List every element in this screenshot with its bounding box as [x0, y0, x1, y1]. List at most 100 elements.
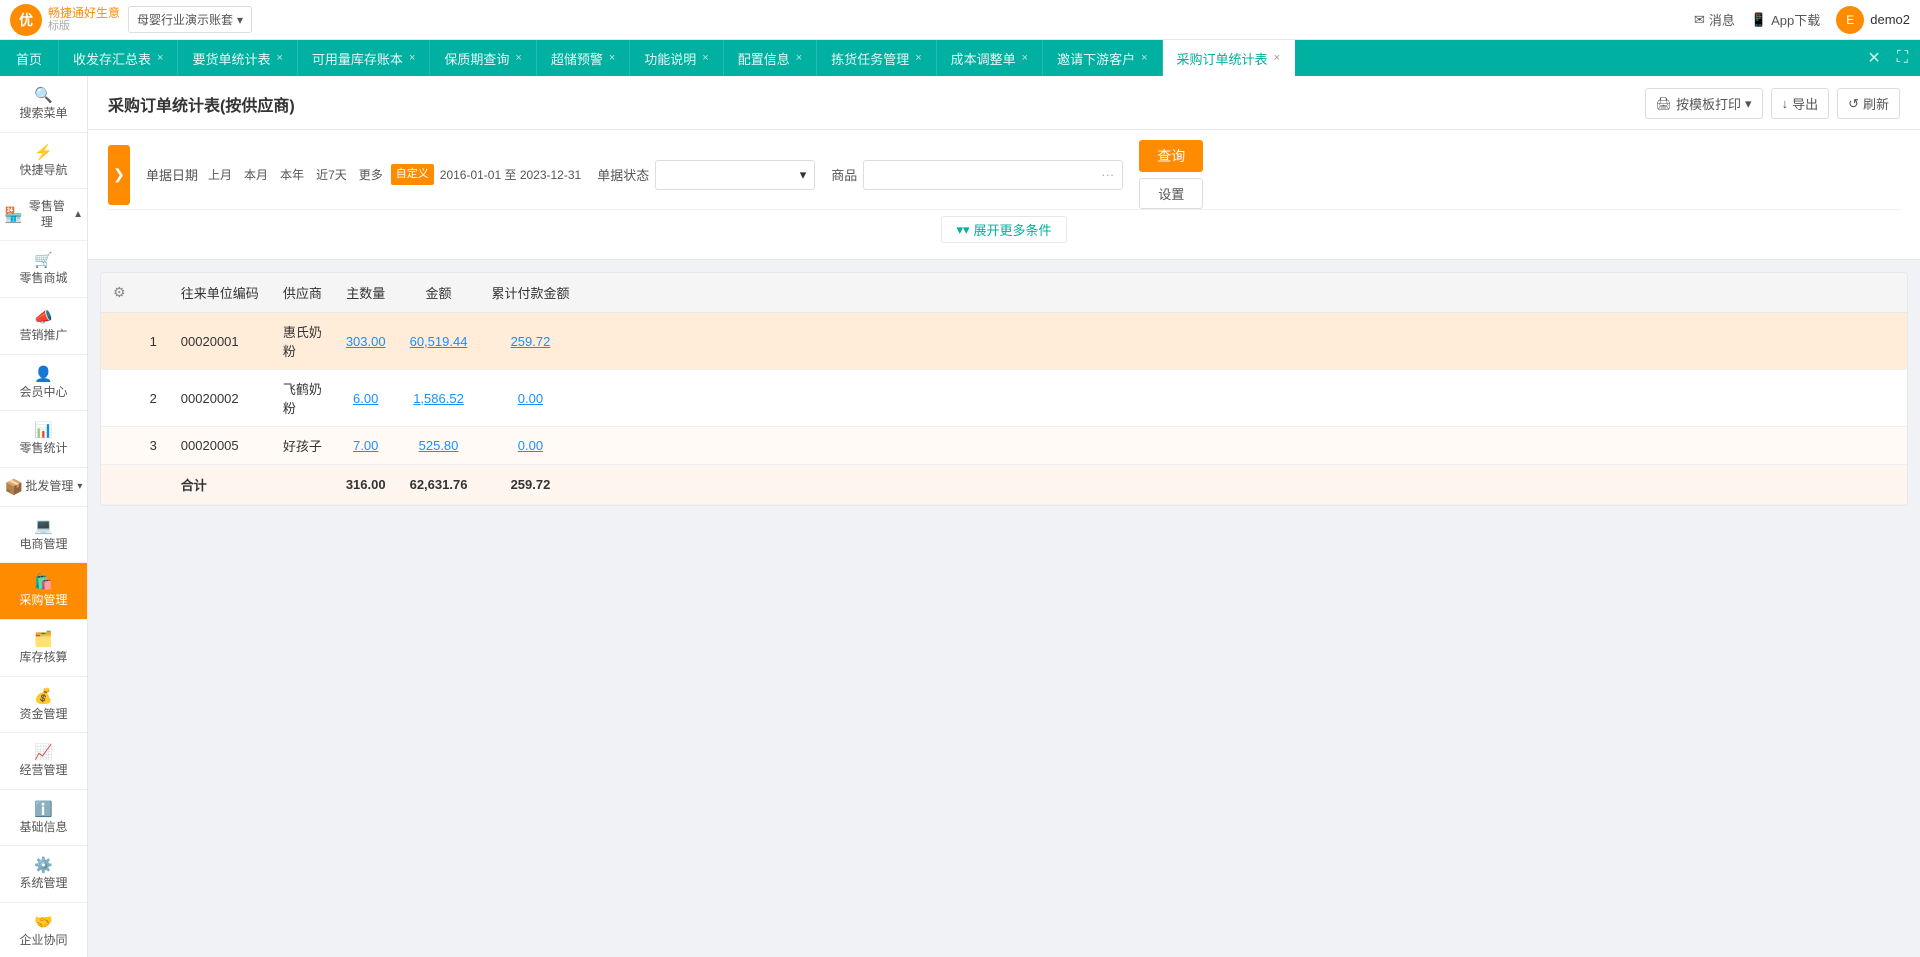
tab-invite-downstream[interactable]: 邀请下游客户 × — [1043, 40, 1162, 76]
sidebar-item-system-manage[interactable]: ⚙️ 系统管理 — [0, 846, 87, 903]
th-settings: ⚙ — [101, 273, 138, 313]
tab-available-inventory[interactable]: 可用量库存账本 × — [298, 40, 430, 76]
wholesale-manage-arrow: ▾ — [77, 481, 82, 492]
sidebar-item-retail-manage-label: 零售管理 — [25, 199, 69, 230]
logo-area: 优 畅捷通好生意 标版 — [10, 4, 120, 36]
tab-requisition-summary-label: 要货单统计表 — [192, 49, 270, 68]
tab-home[interactable]: 首页 — [0, 40, 59, 76]
date-shortcut-last-month[interactable]: 上月 — [204, 164, 236, 185]
sidebar-item-retail-mall[interactable]: 🛒 零售商城 — [0, 241, 87, 298]
sidebar-item-search[interactable]: 🔍 搜索菜单 — [0, 76, 87, 133]
tab-cost-adjust-close[interactable]: × — [1022, 52, 1028, 64]
date-shortcut-this-year[interactable]: 本年 — [276, 164, 308, 185]
table-row[interactable]: 1 00020001 惠氏奶粉 303.00 60,519.44 259.72 — [101, 313, 1907, 370]
tab-config-info-close[interactable]: × — [796, 52, 802, 64]
collapse-toggle-button[interactable]: ❯ — [108, 145, 130, 205]
tab-function-desc-close[interactable]: × — [702, 52, 708, 64]
workspace-label: 母婴行业演示账套 — [137, 11, 233, 28]
user-area[interactable]: E demo2 — [1836, 6, 1910, 34]
tab-invite-downstream-close[interactable]: × — [1141, 52, 1147, 64]
th-supplier-name: 供应商 — [271, 273, 334, 313]
close-all-tabs-icon[interactable]: ✕ — [1863, 44, 1884, 72]
tab-picking-task[interactable]: 拣货任务管理 × — [817, 40, 936, 76]
tab-requisition-summary-close[interactable]: × — [276, 52, 282, 64]
tab-cost-adjust[interactable]: 成本调整单 × — [937, 40, 1043, 76]
tab-warranty-query[interactable]: 保质期查询 × — [430, 40, 536, 76]
expand-more-button[interactable]: ▾▾ 展开更多条件 — [941, 216, 1066, 243]
expand-tabs-icon[interactable]: ⛶ — [1893, 45, 1912, 71]
amount-link[interactable]: 1,586.52 — [413, 391, 464, 406]
row-extra-cell — [581, 427, 1907, 465]
sidebar-item-operation-manage[interactable]: 📈 经营管理 — [0, 733, 87, 790]
template-print-button[interactable]: 🖨 按模板打印 ▾ — [1645, 88, 1763, 119]
quantity-link[interactable]: 7.00 — [353, 438, 378, 453]
tab-overstock-warning[interactable]: 超储预警 × — [537, 40, 630, 76]
th-extra — [581, 273, 1907, 313]
sidebar-item-search-label: 搜索菜单 — [19, 106, 67, 122]
custom-date-tag[interactable]: 自定义 — [391, 164, 434, 185]
sidebar-item-marketing[interactable]: 📣 营销推广 — [0, 298, 87, 355]
app-download-action[interactable]: 📱 App下载 — [1751, 10, 1820, 29]
export-icon: ↓ — [1782, 96, 1789, 111]
tab-overstock-warning-close[interactable]: × — [609, 52, 615, 64]
goods-input[interactable]: ··· — [863, 160, 1123, 190]
sidebar-item-capital-manage[interactable]: 💰 资金管理 — [0, 677, 87, 734]
paid-amount-link[interactable]: 0.00 — [518, 391, 543, 406]
member-center-icon: 👤 — [34, 365, 53, 383]
sidebar-item-purchase-manage[interactable]: 🛍️ 采购管理 — [0, 563, 87, 620]
amount-link[interactable]: 525.80 — [419, 438, 459, 453]
sidebar-item-retail-manage[interactable]: 🏪 零售管理 ▲ — [0, 189, 87, 241]
status-select[interactable]: ▾ — [655, 160, 815, 190]
tab-receive-summary-close[interactable]: × — [157, 52, 163, 64]
tab-picking-task-close[interactable]: × — [915, 52, 921, 64]
date-shortcut-7days[interactable]: 近7天 — [312, 164, 351, 185]
tab-warranty-query-close[interactable]: × — [515, 52, 521, 64]
sidebar-item-quick-nav[interactable]: ⚡ 快捷导航 — [0, 133, 87, 190]
amount-link[interactable]: 60,519.44 — [410, 334, 468, 349]
row-amount-cell: 525.80 — [398, 427, 480, 465]
tab-purchase-order-summary[interactable]: 采购订单统计表 × — [1163, 40, 1295, 76]
tab-function-desc[interactable]: 功能说明 × — [630, 40, 723, 76]
message-action[interactable]: ✉ 消息 — [1694, 10, 1735, 29]
page-title: 采购订单统计表(按供应商) — [108, 92, 295, 116]
filter-bar: ❯ 单据日期 上月 本月 本年 近7天 更多 自定义 2016-01-01 至 … — [88, 130, 1920, 260]
sidebar-item-ecommerce-manage[interactable]: 💻 电商管理 — [0, 507, 87, 564]
tab-requisition-summary[interactable]: 要货单统计表 × — [178, 40, 297, 76]
refresh-icon: ↺ — [1848, 96, 1859, 112]
query-button[interactable]: 查询 — [1139, 140, 1203, 172]
th-supplier-code: 往来单位编码 — [169, 273, 271, 313]
message-icon: ✉ — [1694, 12, 1705, 28]
paid-amount-link[interactable]: 0.00 — [518, 438, 543, 453]
row-paid-amount-cell: 259.72 — [479, 313, 581, 370]
date-shortcut-more[interactable]: 更多 — [355, 164, 387, 185]
app-download-icon: 📱 — [1751, 12, 1767, 28]
avatar: E — [1836, 6, 1864, 34]
th-paid-amount: 累计付款金额 — [479, 273, 581, 313]
settings-button[interactable]: 设置 — [1139, 178, 1203, 209]
template-print-chevron: ▾ — [1745, 96, 1752, 112]
sidebar-item-member-center[interactable]: 👤 会员中心 — [0, 355, 87, 412]
paid-amount-link[interactable]: 259.72 — [511, 334, 551, 349]
export-button[interactable]: ↓ 导出 — [1771, 88, 1830, 119]
sidebar-item-wholesale-manage[interactable]: 📦 批发管理 ▾ — [0, 468, 87, 507]
table-row[interactable]: 3 00020005 好孩子 7.00 525.80 0.00 — [101, 427, 1907, 465]
sidebar-item-enterprise-collab[interactable]: 🤝 企业协同 — [0, 903, 87, 957]
quantity-link[interactable]: 6.00 — [353, 391, 378, 406]
tab-config-info[interactable]: 配置信息 × — [724, 40, 817, 76]
status-filter-group: 单据状态 ▾ — [597, 160, 815, 190]
tab-available-inventory-close[interactable]: × — [409, 52, 415, 64]
tab-purchase-order-summary-close[interactable]: × — [1274, 52, 1280, 64]
sidebar-item-inventory-check[interactable]: 🗂️ 库存核算 — [0, 620, 87, 677]
goods-dots[interactable]: ··· — [1101, 167, 1114, 182]
sidebar-item-retail-stats-label: 零售统计 — [19, 441, 67, 457]
table-settings-icon[interactable]: ⚙ — [113, 284, 126, 300]
sidebar-item-retail-stats[interactable]: 📊 零售统计 — [0, 411, 87, 468]
workspace-selector[interactable]: 母婴行业演示账套 ▾ — [128, 6, 252, 33]
sidebar-item-basic-info[interactable]: ℹ️ 基础信息 — [0, 790, 87, 847]
quantity-link[interactable]: 303.00 — [346, 334, 386, 349]
tab-receive-summary[interactable]: 收发存汇总表 × — [59, 40, 178, 76]
refresh-button[interactable]: ↺ 刷新 — [1837, 88, 1900, 119]
table-row[interactable]: 2 00020002 飞鹤奶粉 6.00 1,586.52 0.00 — [101, 370, 1907, 427]
date-shortcut-this-month[interactable]: 本月 — [240, 164, 272, 185]
logo-icon: 优 — [10, 4, 42, 36]
